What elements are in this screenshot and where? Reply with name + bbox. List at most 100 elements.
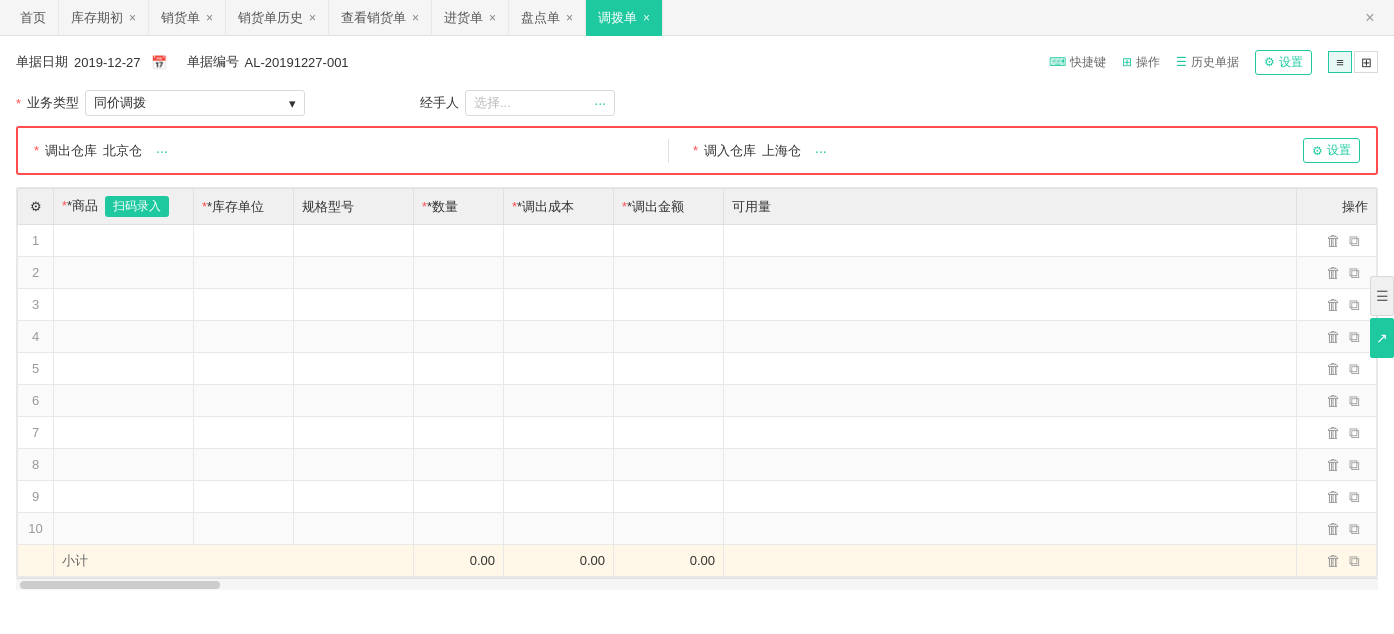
delete-icon[interactable]: 🗑 <box>1326 456 1341 473</box>
tab-purchase-order[interactable]: 进货单 × <box>432 0 509 36</box>
available-cell[interactable] <box>724 449 1297 481</box>
operation-button[interactable]: ⊞ 操作 <box>1122 54 1160 71</box>
unit-cell[interactable] <box>194 385 294 417</box>
amount-cell[interactable] <box>614 321 724 353</box>
cost-cell[interactable] <box>504 513 614 545</box>
delete-icon[interactable]: 🗑 <box>1326 232 1341 249</box>
copy-icon[interactable]: ⧉ <box>1349 488 1360 506</box>
qty-cell[interactable] <box>414 353 504 385</box>
cost-cell[interactable] <box>504 257 614 289</box>
qty-cell[interactable] <box>414 449 504 481</box>
delete-icon[interactable]: 🗑 <box>1326 264 1341 281</box>
unit-cell[interactable] <box>194 225 294 257</box>
cost-cell[interactable] <box>504 225 614 257</box>
product-cell[interactable] <box>54 257 194 289</box>
qty-cell[interactable] <box>414 513 504 545</box>
qty-cell[interactable] <box>414 225 504 257</box>
delete-icon[interactable]: 🗑 <box>1326 360 1341 377</box>
cost-cell[interactable] <box>504 449 614 481</box>
cost-cell[interactable] <box>504 353 614 385</box>
available-cell[interactable] <box>724 289 1297 321</box>
grid-view-button[interactable]: ⊞ <box>1354 51 1378 73</box>
biz-type-select[interactable]: 同价调拨 ▾ <box>85 90 305 116</box>
transfer-out-more-icon[interactable]: ··· <box>156 143 168 159</box>
available-cell[interactable] <box>724 417 1297 449</box>
tab-sales-history[interactable]: 销货单历史 × <box>226 0 329 36</box>
delete-icon[interactable]: 🗑 <box>1326 296 1341 313</box>
tab-sales-order-close[interactable]: × <box>206 11 213 25</box>
spec-cell[interactable] <box>294 449 414 481</box>
copy-icon[interactable]: ⧉ <box>1349 520 1360 538</box>
amount-cell[interactable] <box>614 417 724 449</box>
tab-view-sales-close[interactable]: × <box>412 11 419 25</box>
tab-inventory-check-close[interactable]: × <box>566 11 573 25</box>
spec-cell[interactable] <box>294 353 414 385</box>
product-cell[interactable] <box>54 417 194 449</box>
copy-icon[interactable]: ⧉ <box>1349 232 1360 250</box>
unit-cell[interactable] <box>194 257 294 289</box>
product-cell[interactable] <box>54 385 194 417</box>
unit-cell[interactable] <box>194 417 294 449</box>
tab-purchase-order-close[interactable]: × <box>489 11 496 25</box>
tab-sales-history-close[interactable]: × <box>309 11 316 25</box>
copy-icon[interactable]: ⧉ <box>1349 424 1360 442</box>
qty-cell[interactable] <box>414 289 504 321</box>
available-cell[interactable] <box>724 321 1297 353</box>
amount-cell[interactable] <box>614 481 724 513</box>
copy-icon[interactable]: ⧉ <box>1349 456 1360 474</box>
product-cell[interactable] <box>54 225 194 257</box>
unit-cell[interactable] <box>194 321 294 353</box>
available-cell[interactable] <box>724 225 1297 257</box>
delete-icon[interactable]: 🗑 <box>1326 520 1341 537</box>
amount-cell[interactable] <box>614 513 724 545</box>
amount-cell[interactable] <box>614 225 724 257</box>
spec-cell[interactable] <box>294 417 414 449</box>
list-view-button[interactable]: ≡ <box>1328 51 1352 73</box>
person-input[interactable]: 选择... ··· <box>465 90 615 116</box>
copy-icon[interactable]: ⧉ <box>1349 296 1360 314</box>
product-cell[interactable] <box>54 289 194 321</box>
spec-cell[interactable] <box>294 289 414 321</box>
available-cell[interactable] <box>724 353 1297 385</box>
qty-cell[interactable] <box>414 481 504 513</box>
setting-button[interactable]: ⚙ 设置 <box>1255 50 1312 75</box>
unit-cell[interactable] <box>194 289 294 321</box>
spec-cell[interactable] <box>294 321 414 353</box>
unit-cell[interactable] <box>194 449 294 481</box>
scroll-thumb[interactable] <box>20 581 220 589</box>
amount-cell[interactable] <box>614 257 724 289</box>
delete-icon[interactable]: 🗑 <box>1326 552 1341 569</box>
calendar-icon[interactable]: 📅 <box>151 55 167 70</box>
unit-cell[interactable] <box>194 481 294 513</box>
available-cell[interactable] <box>724 481 1297 513</box>
spec-cell[interactable] <box>294 225 414 257</box>
tab-transfer-order-close[interactable]: × <box>643 11 650 25</box>
scan-input-button[interactable]: 扫码录入 <box>105 196 169 217</box>
amount-cell[interactable] <box>614 385 724 417</box>
available-cell[interactable] <box>724 513 1297 545</box>
copy-icon[interactable]: ⧉ <box>1349 392 1360 410</box>
amount-cell[interactable] <box>614 449 724 481</box>
unit-cell[interactable] <box>194 353 294 385</box>
product-cell[interactable] <box>54 321 194 353</box>
product-cell[interactable] <box>54 353 194 385</box>
close-all-tabs[interactable]: × <box>1354 2 1386 34</box>
qty-cell[interactable] <box>414 385 504 417</box>
person-more-icon[interactable]: ··· <box>594 95 606 111</box>
float-export-button[interactable]: ↗ <box>1370 318 1394 358</box>
tab-transfer-order[interactable]: 调拨单 × <box>586 0 663 36</box>
qty-cell[interactable] <box>414 417 504 449</box>
spec-cell[interactable] <box>294 385 414 417</box>
product-cell[interactable] <box>54 513 194 545</box>
cost-cell[interactable] <box>504 385 614 417</box>
history-button[interactable]: ☰ 历史单据 <box>1176 54 1239 71</box>
unit-cell[interactable] <box>194 513 294 545</box>
tab-inventory-init[interactable]: 库存期初 × <box>59 0 149 36</box>
copy-icon[interactable]: ⧉ <box>1349 360 1360 378</box>
float-list-button[interactable]: ☰ <box>1370 276 1394 316</box>
tab-view-sales[interactable]: 查看销货单 × <box>329 0 432 36</box>
shortcut-button[interactable]: ⌨ 快捷键 <box>1049 54 1106 71</box>
delete-icon[interactable]: 🗑 <box>1326 488 1341 505</box>
available-cell[interactable] <box>724 385 1297 417</box>
spec-cell[interactable] <box>294 481 414 513</box>
